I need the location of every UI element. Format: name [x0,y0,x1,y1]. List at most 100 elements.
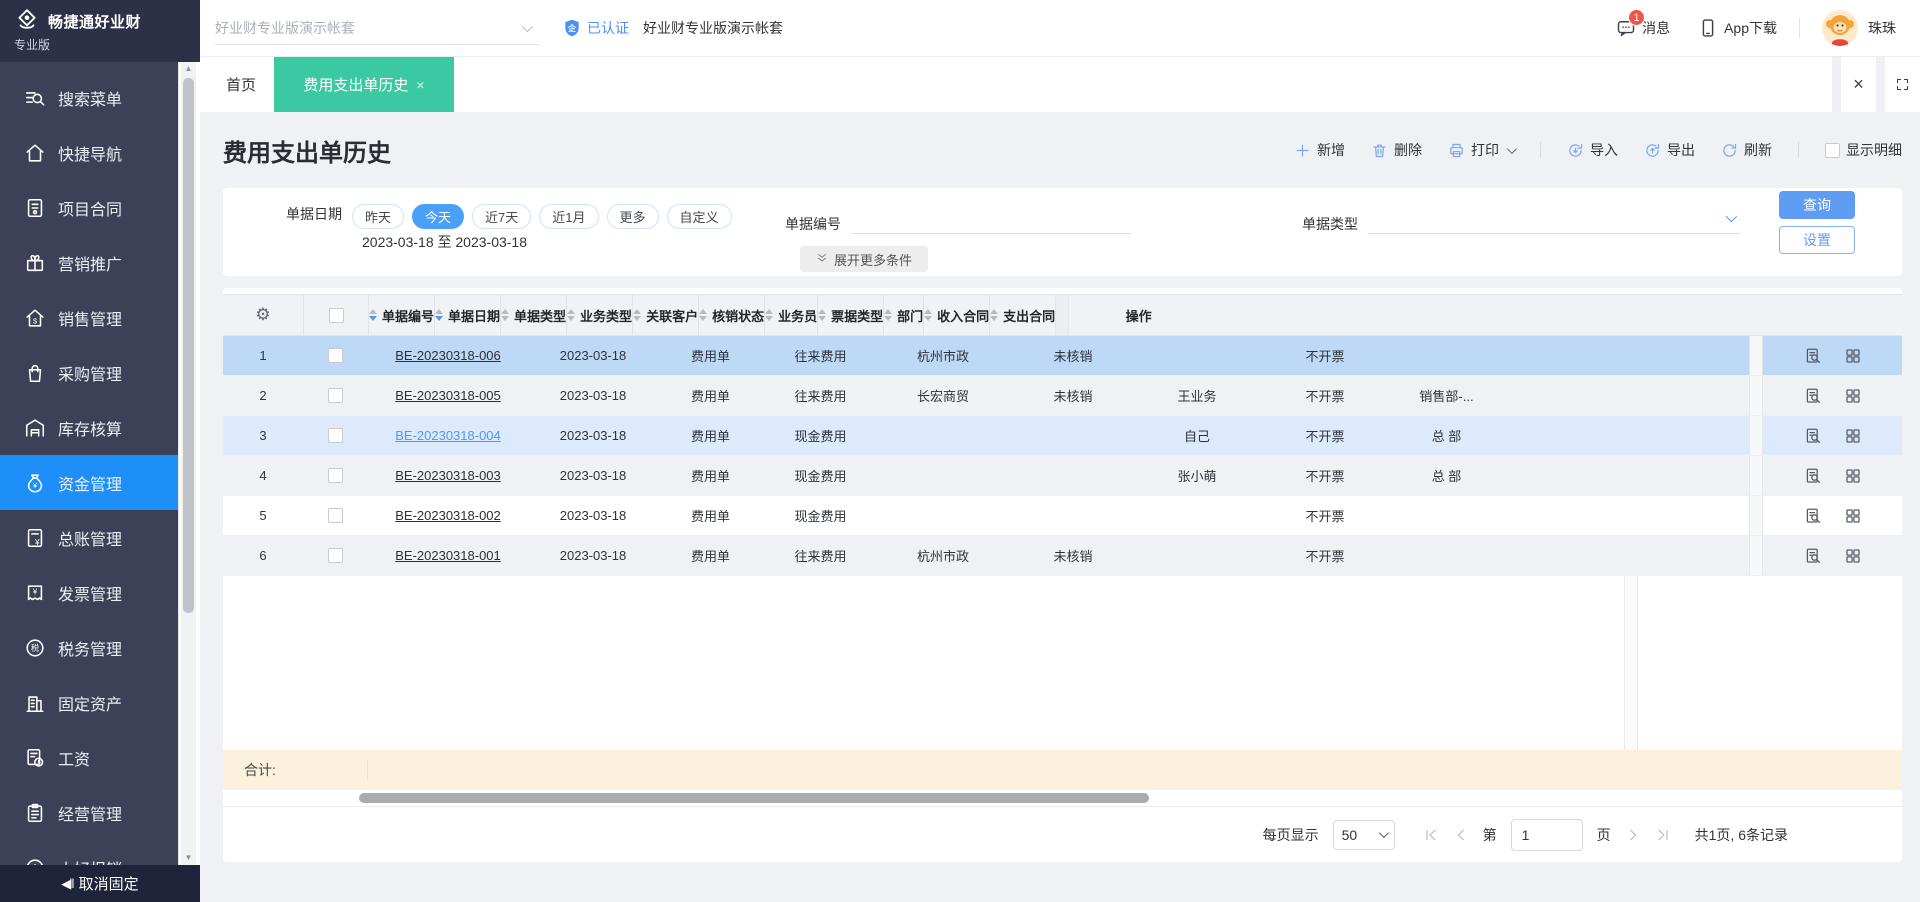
sort-arrows-icon[interactable] [501,309,510,321]
per-page-select[interactable]: 50 [1332,819,1395,850]
more-actions-grid-icon[interactable] [1844,547,1862,565]
page-number-input[interactable] [1510,818,1583,851]
doc-no-link[interactable]: BE-20230318-004 [395,428,501,443]
date-pill[interactable]: 更多 [606,204,659,229]
date-pill[interactable]: 昨天 [352,204,405,229]
date-pill[interactable]: 近1月 [539,204,599,229]
column-header[interactable]: 支出合同 [989,295,1055,335]
row-checkbox[interactable] [328,348,343,363]
sidebar-item[interactable]: 搜索菜单 [0,70,178,125]
horizontal-scrollbar-thumb[interactable] [359,793,1149,803]
table-row[interactable]: 5 BE-20230318-002 2023-03-18 费用单 现金费用 不开… [223,496,1902,536]
column-settings-gear-icon[interactable]: ⚙ [255,305,270,325]
tab-home[interactable]: 首页 [208,57,274,112]
doc-no-link[interactable]: BE-20230318-005 [395,388,501,403]
table-row[interactable]: 1 BE-20230318-006 2023-03-18 费用单 往来费用 杭州… [223,336,1902,376]
row-checkbox[interactable] [328,428,343,443]
last-page-icon[interactable] [1655,827,1671,843]
refresh-button[interactable]: 刷新 [1721,140,1772,160]
tab-expense-history[interactable]: 费用支出单历史 × [274,57,454,112]
table-row[interactable]: 2 BE-20230318-005 2023-03-18 费用单 往来费用 长宏… [223,376,1902,416]
sidebar-item[interactable]: 营销推广 [0,235,178,290]
search-button[interactable]: 查询 [1779,191,1855,219]
sort-arrows-icon[interactable] [924,309,933,321]
sidebar-item[interactable]: 税 税务管理 [0,620,178,675]
sidebar-item[interactable]: 采购管理 [0,345,178,400]
scroll-down-arrow[interactable]: ▼ [181,851,196,865]
row-checkbox[interactable] [328,388,343,403]
doc-no-input[interactable] [851,208,1131,234]
export-button[interactable]: 导出 [1644,140,1695,160]
sidebar-item[interactable]: 工资 [0,730,178,785]
view-detail-icon[interactable] [1804,547,1822,565]
scrollbar-thumb[interactable] [183,78,194,613]
doc-no-link[interactable]: BE-20230318-003 [395,468,501,483]
import-button[interactable]: 导入 [1567,140,1618,160]
sort-arrows-icon[interactable] [818,309,827,321]
date-pill[interactable]: 今天 [412,204,465,229]
column-header[interactable]: 业务员 [764,295,817,335]
sort-arrows-icon[interactable] [633,309,642,321]
doc-type-select[interactable] [1368,208,1740,234]
account-set-select[interactable]: 好业财专业版演示帐套 [215,11,540,45]
settings-button[interactable]: 设置 [1779,226,1855,254]
prev-page-icon[interactable] [1453,827,1469,843]
column-header[interactable]: 关联客户 [632,295,698,335]
sort-arrows-icon[interactable] [369,309,377,321]
sidebar-item[interactable]: 项目合同 [0,180,178,235]
delete-button[interactable]: 删除 [1371,140,1422,160]
sidebar-item[interactable]: 经营管理 [0,785,178,840]
column-header[interactable]: 业务类型 [566,295,632,335]
sidebar-item[interactable]: 快捷导航 [0,125,178,180]
add-button[interactable]: 新增 [1294,140,1345,160]
column-header[interactable]: 核销状态 [698,295,764,335]
app-download-button[interactable]: App下载 [1698,18,1777,38]
sidebar-item[interactable]: 库存核算 [0,400,178,455]
doc-no-link[interactable]: BE-20230318-002 [395,508,501,523]
sort-arrows-icon[interactable] [765,309,774,321]
sidebar-item[interactable]: ¥ 总账管理 [0,510,178,565]
sort-arrows-icon[interactable] [884,309,893,321]
tab-close-icon[interactable]: × [416,77,424,93]
column-header[interactable]: 单据类型 [500,295,566,335]
row-checkbox[interactable] [328,548,343,563]
row-checkbox[interactable] [328,508,343,523]
sort-arrows-icon[interactable] [699,309,708,321]
avatar[interactable] [1822,10,1858,46]
table-row[interactable]: 3 BE-20230318-004 2023-03-18 费用单 现金费用 自己… [223,416,1902,456]
view-detail-icon[interactable] [1804,427,1822,445]
view-detail-icon[interactable] [1804,387,1822,405]
table-row[interactable]: 4 BE-20230318-003 2023-03-18 费用单 现金费用 张小… [223,456,1902,496]
row-checkbox[interactable] [328,468,343,483]
sidebar-item[interactable]: 固定资产 [0,675,178,730]
horizontal-scrollbar[interactable] [223,790,1902,806]
select-all-checkbox[interactable] [328,307,344,323]
fullscreen-button[interactable] [1885,57,1920,112]
scrollbar-track[interactable]: ▲ ▼ [181,62,196,865]
sort-arrows-icon[interactable] [435,309,444,321]
messages-button[interactable]: 1 消息 [1616,9,1670,38]
sort-arrows-icon[interactable] [567,309,576,321]
doc-no-link[interactable]: BE-20230318-001 [395,548,501,563]
more-actions-grid-icon[interactable] [1844,507,1862,525]
column-header[interactable]: 部门 [883,295,923,335]
more-actions-grid-icon[interactable] [1844,467,1862,485]
date-pill[interactable]: 近7天 [472,204,532,229]
doc-no-link[interactable]: BE-20230318-006 [395,348,501,363]
sidebar-item[interactable]: ¥ 发票管理 [0,565,178,620]
sidebar-item[interactable]: $ 销售管理 [0,290,178,345]
unpin-sidebar-button[interactable]: ◀‖ 取消固定 [0,865,200,902]
close-all-tabs-button[interactable]: × [1841,57,1876,112]
date-pill[interactable]: 自定义 [666,204,732,229]
show-detail-checkbox[interactable] [1825,142,1840,158]
column-header[interactable]: 票据类型 [817,295,883,335]
view-detail-icon[interactable] [1804,467,1822,485]
more-actions-grid-icon[interactable] [1844,387,1862,405]
next-page-icon[interactable] [1625,827,1641,843]
more-actions-grid-icon[interactable] [1844,347,1862,365]
expand-more-filters-button[interactable]: 展开更多条件 [800,246,928,272]
column-header[interactable]: 单据日期 [434,295,500,335]
print-button[interactable]: 打印 [1448,140,1517,160]
sidebar-item[interactable]: 小好报销 [0,840,178,865]
table-row[interactable]: 6 BE-20230318-001 2023-03-18 费用单 往来费用 杭州… [223,536,1902,576]
